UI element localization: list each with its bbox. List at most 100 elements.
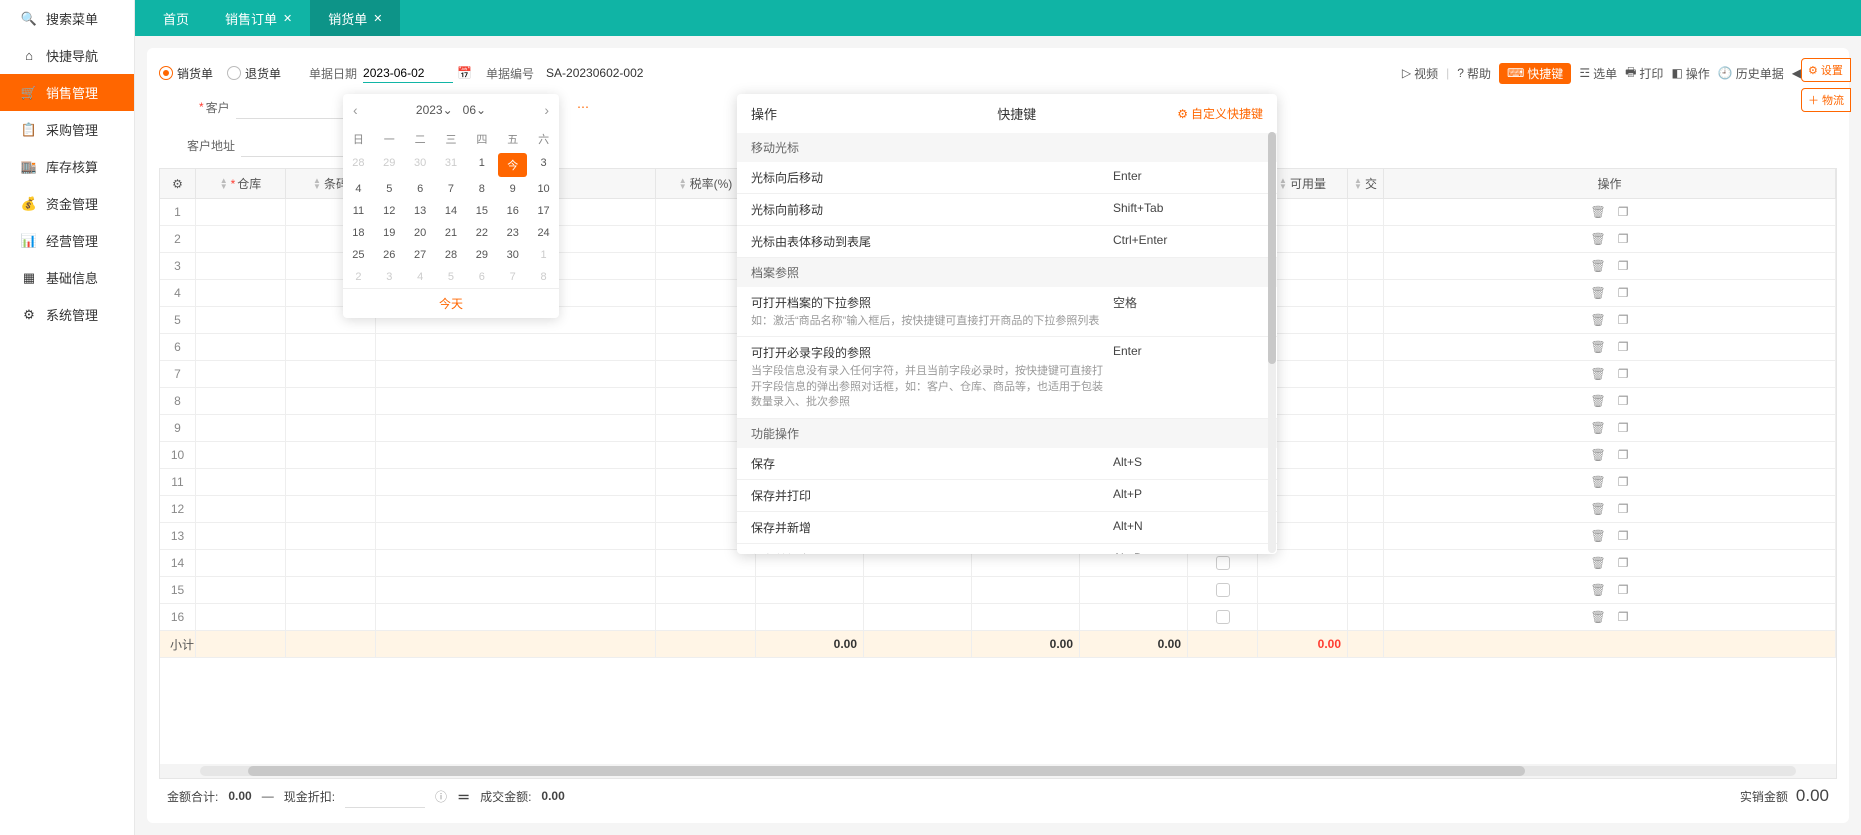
copy-icon[interactable]: ❐ xyxy=(1618,313,1629,327)
copy-icon[interactable]: ❐ xyxy=(1618,340,1629,354)
history-link[interactable]: 🕘 历史单据 xyxy=(1718,65,1784,82)
copy-icon[interactable]: ❐ xyxy=(1618,394,1629,408)
col-deliv[interactable]: ▲▼交 xyxy=(1348,169,1384,198)
cal-day[interactable]: 24 xyxy=(529,223,558,243)
delete-icon[interactable]: 🗑 xyxy=(1591,340,1606,354)
cal-day[interactable]: 6 xyxy=(467,267,496,287)
cal-day[interactable]: 今 xyxy=(498,153,527,177)
cal-day[interactable]: 26 xyxy=(375,245,404,265)
sidebar-item-5[interactable]: 💰资金管理 xyxy=(0,185,134,222)
copy-icon[interactable]: ❐ xyxy=(1618,205,1629,219)
gear-column[interactable]: ⚙ xyxy=(160,169,196,198)
cal-day[interactable]: 13 xyxy=(406,201,435,221)
cal-day[interactable]: 27 xyxy=(406,245,435,265)
radio-sale[interactable]: 销货单 xyxy=(159,65,213,82)
delete-icon[interactable]: 🗑 xyxy=(1591,610,1606,624)
tab-0[interactable]: 首页 xyxy=(145,0,207,36)
cal-day[interactable]: 16 xyxy=(498,201,527,221)
cal-day[interactable]: 20 xyxy=(406,223,435,243)
copy-icon[interactable]: ❐ xyxy=(1618,286,1629,300)
cal-day[interactable]: 28 xyxy=(344,153,373,177)
help-icon[interactable]: ⓘ xyxy=(435,788,447,805)
table-row[interactable]: 16🗑❐ xyxy=(160,604,1836,631)
shortcut-scrollbar[interactable] xyxy=(1268,132,1276,553)
cal-day[interactable]: 29 xyxy=(467,245,496,265)
copy-icon[interactable]: ❐ xyxy=(1618,367,1629,381)
copy-icon[interactable]: ❐ xyxy=(1618,475,1629,489)
logistics-button[interactable]: ＋ 物流 xyxy=(1801,88,1851,112)
cal-day[interactable]: 21 xyxy=(437,223,466,243)
cal-day[interactable]: 1 xyxy=(529,245,558,265)
table-row[interactable]: 14🗑❐ xyxy=(160,550,1836,577)
discount-input[interactable] xyxy=(345,785,425,808)
delete-icon[interactable]: 🗑 xyxy=(1591,205,1606,219)
copy-icon[interactable]: ❐ xyxy=(1618,232,1629,246)
cal-day[interactable]: 6 xyxy=(406,179,435,199)
select-link[interactable]: ☲ 选单 xyxy=(1579,65,1617,82)
ops-link[interactable]: ◧ 操作 xyxy=(1671,65,1709,82)
cal-day[interactable]: 31 xyxy=(437,153,466,177)
cal-day[interactable]: 7 xyxy=(498,267,527,287)
cal-day[interactable]: 10 xyxy=(529,179,558,199)
delete-icon[interactable]: 🗑 xyxy=(1591,394,1606,408)
copy-icon[interactable]: ❐ xyxy=(1618,259,1629,273)
copy-icon[interactable]: ❐ xyxy=(1618,583,1629,597)
sidebar-item-4[interactable]: 🏬库存核算 xyxy=(0,148,134,185)
cal-day[interactable]: 17 xyxy=(529,201,558,221)
help-link[interactable]: ? 帮助 xyxy=(1457,65,1491,82)
table-row[interactable]: 15🗑❐ xyxy=(160,577,1836,604)
delete-icon[interactable]: 🗑 xyxy=(1591,232,1606,246)
cal-day[interactable]: 25 xyxy=(344,245,373,265)
copy-icon[interactable]: ❐ xyxy=(1618,556,1629,570)
cal-year[interactable]: 2023⌄ xyxy=(416,103,453,117)
cal-prev-icon[interactable]: ‹ xyxy=(353,102,358,118)
cal-day[interactable]: 22 xyxy=(467,223,496,243)
cal-day[interactable]: 28 xyxy=(437,245,466,265)
cal-day[interactable]: 18 xyxy=(344,223,373,243)
sidebar-item-6[interactable]: 📊经营管理 xyxy=(0,222,134,259)
cal-day[interactable]: 1 xyxy=(467,153,496,177)
delete-icon[interactable]: 🗑 xyxy=(1591,367,1606,381)
doc-date-input[interactable] xyxy=(363,64,453,83)
sidebar-item-2[interactable]: 🛒销售管理 xyxy=(0,74,134,111)
delete-icon[interactable]: 🗑 xyxy=(1591,313,1606,327)
delete-icon[interactable]: 🗑 xyxy=(1591,529,1606,543)
sidebar-item-0[interactable]: 🔍搜索菜单 xyxy=(0,0,134,37)
cal-day[interactable]: 3 xyxy=(529,153,558,177)
horizontal-scrollbar[interactable] xyxy=(160,764,1836,778)
cal-day[interactable]: 8 xyxy=(529,267,558,287)
sidebar-item-3[interactable]: 📋采购管理 xyxy=(0,111,134,148)
calendar-icon[interactable]: 📅 xyxy=(457,66,472,80)
cal-day[interactable]: 30 xyxy=(498,245,527,265)
sidebar-item-7[interactable]: ▦基础信息 xyxy=(0,259,134,296)
sidebar-item-1[interactable]: ⌂快捷导航 xyxy=(0,37,134,74)
cal-day[interactable]: 3 xyxy=(375,267,404,287)
settings-button[interactable]: ⚙ 设置 xyxy=(1801,58,1851,82)
cal-month[interactable]: 06⌄ xyxy=(463,103,486,117)
video-link[interactable]: ▷ 视频 xyxy=(1402,65,1438,82)
delete-icon[interactable]: 🗑 xyxy=(1591,502,1606,516)
cal-day[interactable]: 29 xyxy=(375,153,404,177)
delete-icon[interactable]: 🗑 xyxy=(1591,448,1606,462)
shortcut-button[interactable]: ⌨ 快捷键 xyxy=(1499,63,1571,84)
radio-return[interactable]: 退货单 xyxy=(227,65,281,82)
cal-day[interactable]: 19 xyxy=(375,223,404,243)
delete-icon[interactable]: 🗑 xyxy=(1591,421,1606,435)
delete-icon[interactable]: 🗑 xyxy=(1591,583,1606,597)
delete-icon[interactable]: 🗑 xyxy=(1591,556,1606,570)
cal-day[interactable]: 4 xyxy=(406,267,435,287)
cal-day[interactable]: 11 xyxy=(344,201,373,221)
custom-shortcut-link[interactable]: ⚙自定义快捷键 xyxy=(1177,105,1263,122)
cal-day[interactable]: 23 xyxy=(498,223,527,243)
copy-icon[interactable]: ❐ xyxy=(1618,610,1629,624)
copy-icon[interactable]: ❐ xyxy=(1618,421,1629,435)
col-warehouse[interactable]: ▲▼*仓库 xyxy=(196,169,286,198)
copy-icon[interactable]: ❐ xyxy=(1618,448,1629,462)
delete-icon[interactable]: 🗑 xyxy=(1591,286,1606,300)
cal-day[interactable]: 2 xyxy=(344,267,373,287)
cal-day[interactable]: 5 xyxy=(437,267,466,287)
delete-icon[interactable]: 🗑 xyxy=(1591,259,1606,273)
arrow-left-icon[interactable]: ◀ xyxy=(1792,66,1801,80)
sidebar-item-8[interactable]: ⚙系统管理 xyxy=(0,296,134,333)
cal-day[interactable]: 14 xyxy=(437,201,466,221)
